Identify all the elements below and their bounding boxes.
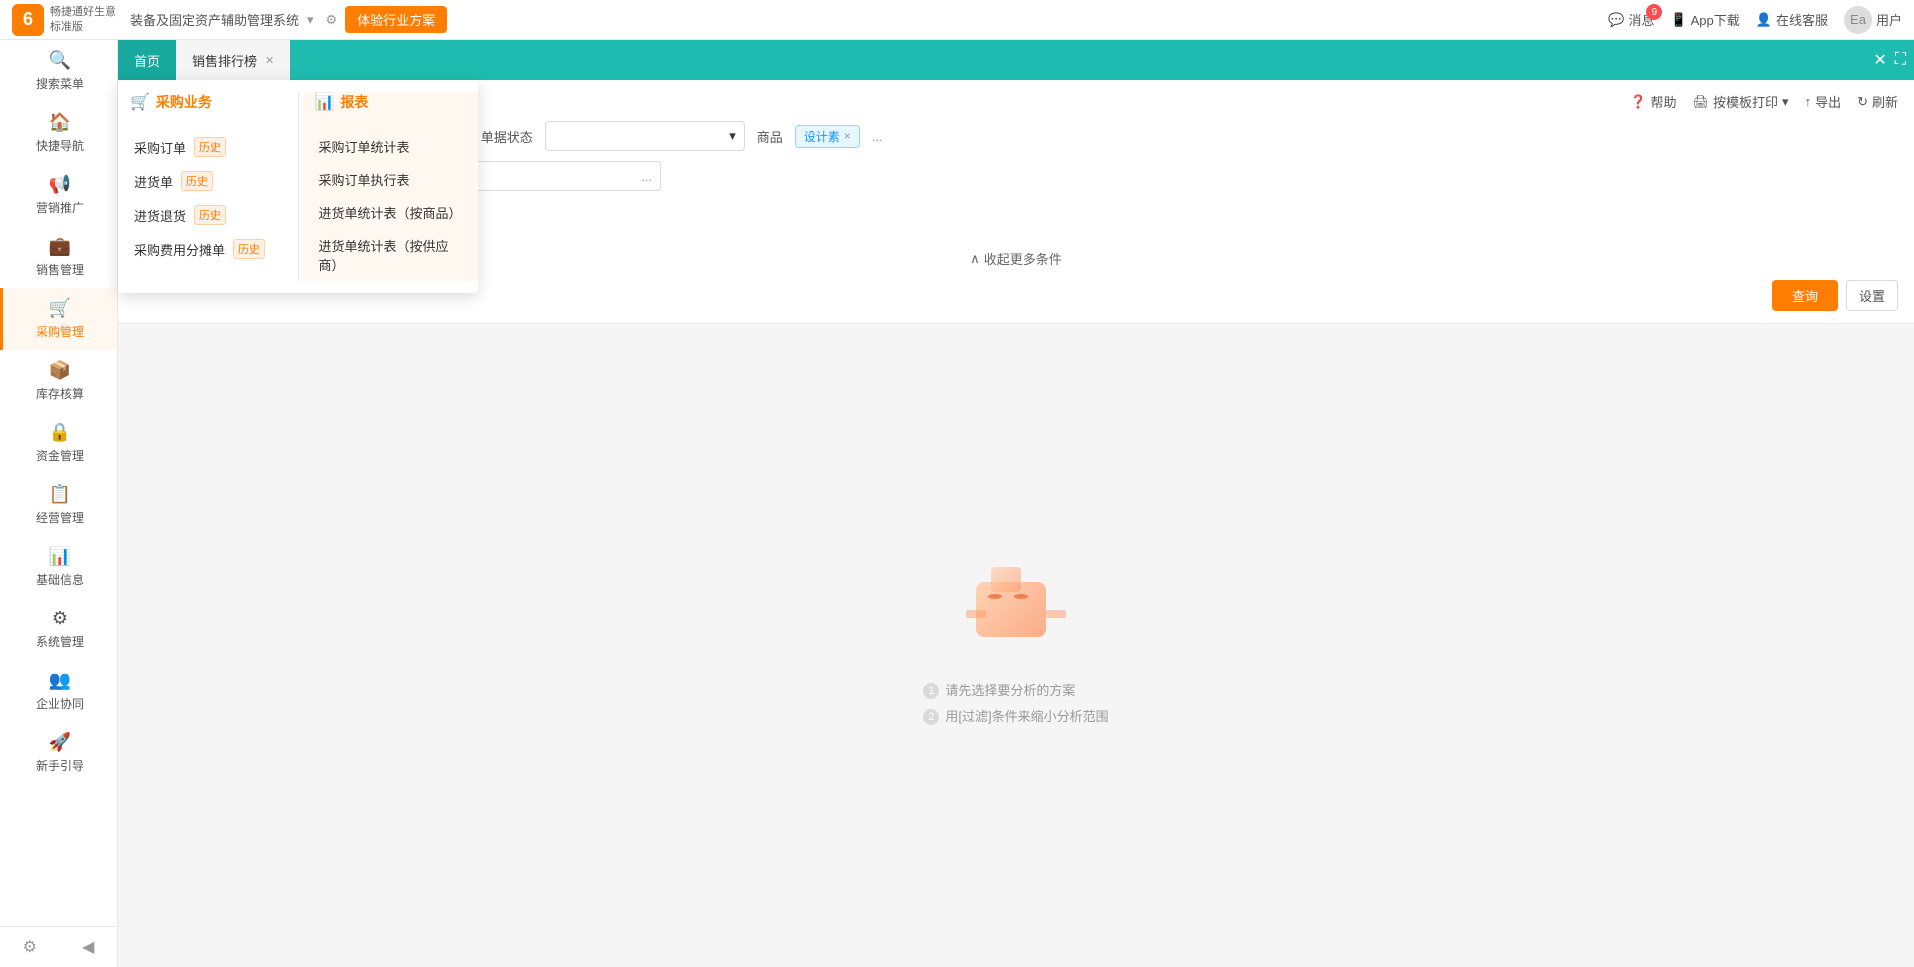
basic-info-icon: 📊 [49, 546, 71, 567]
incoming-order-hist-tag: 历史 [181, 171, 213, 191]
purchase-mgmt-icon: 🛒 [49, 298, 71, 319]
template-print-btn[interactable]: 🖨 按模板打印 ▾ [1693, 92, 1789, 111]
message-icon: 💬 [1608, 12, 1624, 28]
order-status-select[interactable]: ▾ [545, 121, 745, 151]
inventory-icon: 📦 [49, 360, 71, 381]
header-title-area: 装备及固定资产辅助管理系统 ▾ ⚙ 体验行业方案 [130, 6, 1608, 33]
industry-btn[interactable]: 体验行业方案 [345, 6, 447, 33]
purchase-expense-hist-tag: 历史 [233, 239, 265, 259]
message-btn[interactable]: 💬 消息 9 [1608, 10, 1654, 29]
print-icon: 🖨 [1693, 94, 1710, 110]
search-menu-icon: 🔍 [49, 50, 71, 71]
purchase-order-exec-item[interactable]: 采购订单执行表 [315, 163, 467, 196]
sidebar: 🔍 搜索菜单 🏠 快捷导航 📢 营销推广 💼 销售管理 🛒 采购管理 📦 库存核… [0, 40, 118, 967]
sidebar-item-system-mgmt[interactable]: ⚙ 系统管理 [0, 598, 117, 660]
chevron-up-icon: ∧ [970, 251, 980, 267]
sidebar-item-quick-nav[interactable]: 🏠 快捷导航 [0, 102, 117, 164]
operations-mgmt-icon: 📋 [49, 484, 71, 505]
export-btn[interactable]: ↑ 导出 [1805, 92, 1842, 111]
sidebar-bottom: ⚙ ◀ [0, 926, 117, 967]
help-btn[interactable]: ❓ 帮助 [1630, 92, 1676, 111]
capital-mgmt-icon: 🔒 [49, 422, 71, 443]
purchase-business-title: 🛒 采购业务 [130, 92, 282, 118]
tab-close-icon[interactable]: ✕ [265, 54, 274, 67]
marketing-icon: 📢 [49, 174, 71, 195]
sidebar-item-search-menu[interactable]: 🔍 搜索菜单 [0, 40, 117, 102]
enterprise-collab-icon: 👥 [49, 670, 71, 691]
logo-area: 6 畅捷通好生意 标准版 [12, 4, 130, 36]
incoming-return-item[interactable]: 进货退货 历史 [130, 198, 282, 232]
export-icon: ↑ [1805, 94, 1812, 109]
incoming-order-item[interactable]: 进货单 历史 [130, 164, 282, 198]
system-title-dropdown[interactable]: ▾ [307, 12, 314, 28]
incoming-stats-supplier-item[interactable]: 进货单统计表（按供应商） [315, 229, 467, 281]
settings-small-btn[interactable]: 设置 [1846, 280, 1898, 311]
app-download-btn[interactable]: 📱 App下载 [1670, 10, 1739, 29]
sidebar-collapse-icon[interactable]: ◀ [82, 937, 94, 957]
top-header: 6 畅捷通好生意 标准版 装备及固定资产辅助管理系统 ▾ ⚙ 体验行业方案 💬 … [0, 0, 1914, 40]
sidebar-item-marketing[interactable]: 📢 营销推广 [0, 164, 117, 226]
logo-icon: 6 [12, 4, 44, 36]
salesperson-dots-btn[interactable]: ... [641, 169, 652, 184]
incoming-return-hist-tag: 历史 [194, 205, 226, 225]
online-service-btn[interactable]: 👤 在线客服 [1756, 10, 1828, 29]
sidebar-item-sales-mgmt[interactable]: 💼 销售管理 [0, 226, 117, 288]
sidebar-item-basic-info[interactable]: 📊 基础信息 [0, 536, 117, 598]
quick-nav-icon: 🏠 [49, 112, 71, 133]
purchase-expense-item[interactable]: 采购费用分摊单 历史 [130, 232, 282, 266]
system-title: 装备及固定资产辅助管理系统 [130, 10, 299, 29]
incoming-stats-goods-item[interactable]: 进货单统计表（按商品） [315, 196, 467, 229]
empty-text: 1 请先选择要分析的方案 2 用[过滤]条件来缩小分析范围 [923, 678, 1108, 730]
empty-step-2: 2 用[过滤]条件来缩小分析范围 [923, 704, 1108, 730]
empty-illustration [956, 562, 1076, 662]
sales-mgmt-icon: 💼 [49, 236, 71, 257]
dropdown-divider [298, 92, 299, 281]
empty-step-1: 1 请先选择要分析的方案 [923, 678, 1108, 704]
refresh-icon: ↻ [1857, 94, 1868, 110]
sidebar-item-enterprise-collab[interactable]: 👥 企业协同 [0, 660, 117, 722]
order-status-label: 单据状态 [481, 127, 533, 146]
service-icon: 👤 [1756, 12, 1772, 28]
purchase-order-item[interactable]: 采购订单 历史 [130, 130, 282, 164]
tab-sales-ranking[interactable]: 销售排行榜 ✕ [176, 40, 290, 80]
print-dropdown-icon: ▾ [1782, 94, 1789, 110]
goods-tag: 设计素 × [795, 125, 860, 148]
tab-expand-icon[interactable]: ⛶ [1895, 51, 1906, 69]
report-col-title: 📊 报表 [315, 92, 467, 118]
system-mgmt-icon: ⚙ [52, 608, 68, 629]
tab-bar-right: ✕ ⛶ [1873, 50, 1914, 70]
goods-label: 商品 [757, 127, 783, 146]
tab-home[interactable]: 首页 [118, 40, 176, 80]
purchase-order-stats-item[interactable]: 采购订单统计表 [315, 130, 467, 163]
logo-text: 畅捷通好生意 标准版 [50, 5, 116, 34]
tab-bar: 首页 销售排行榜 ✕ ✕ ⛶ [118, 40, 1914, 80]
order-status-dropdown-icon: ▾ [729, 128, 736, 144]
beginner-guide-icon: 🚀 [49, 732, 71, 753]
salesperson-input[interactable]: ... [461, 161, 661, 191]
sidebar-item-capital-mgmt[interactable]: 🔒 资金管理 [0, 412, 117, 474]
header-right: 💬 消息 9 📱 App下载 👤 在线客服 Ea 用户 [1608, 6, 1902, 34]
phone-icon: 📱 [1670, 12, 1686, 28]
sidebar-item-beginner-guide[interactable]: 🚀 新手引导 [0, 722, 117, 784]
purchase-business-col-icon: 🛒 [130, 92, 150, 112]
refresh-btn[interactable]: ↻ 刷新 [1857, 92, 1898, 111]
purchase-dropdown-menu: 🛒 采购业务 采购订单 历史 进货单 历史 进货退货 历史 采购费用分摊单 历史… [118, 80, 478, 293]
tab-close-all-icon[interactable]: ✕ [1873, 50, 1886, 70]
purchase-business-col: 🛒 采购业务 采购订单 历史 进货单 历史 进货退货 历史 采购费用分摊单 历史 [118, 92, 294, 281]
report-col: 📊 报表 采购订单统计表 采购订单执行表 进货单统计表（按商品） 进货单统计表（… [303, 92, 479, 281]
sidebar-item-operations-mgmt[interactable]: 📋 经营管理 [0, 474, 117, 536]
sidebar-item-inventory[interactable]: 📦 库存核算 [0, 350, 117, 412]
help-icon: ❓ [1630, 94, 1646, 110]
sidebar-item-purchase-mgmt[interactable]: 🛒 采购管理 [0, 288, 117, 350]
user-menu-btn[interactable]: Ea 用户 [1844, 6, 1902, 34]
empty-state: 1 请先选择要分析的方案 2 用[过滤]条件来缩小分析范围 [118, 324, 1914, 967]
report-col-icon: 📊 [315, 92, 335, 112]
goods-tag-close-icon[interactable]: × [844, 129, 851, 143]
goods-dots-btn[interactable]: ... [872, 129, 883, 144]
settings-icon[interactable]: ⚙ [326, 12, 338, 28]
purchase-order-hist-tag: 历史 [194, 137, 226, 157]
sidebar-settings-icon[interactable]: ⚙ [23, 937, 37, 957]
avatar: Ea [1844, 6, 1872, 34]
query-btn[interactable]: 查询 [1772, 280, 1838, 311]
